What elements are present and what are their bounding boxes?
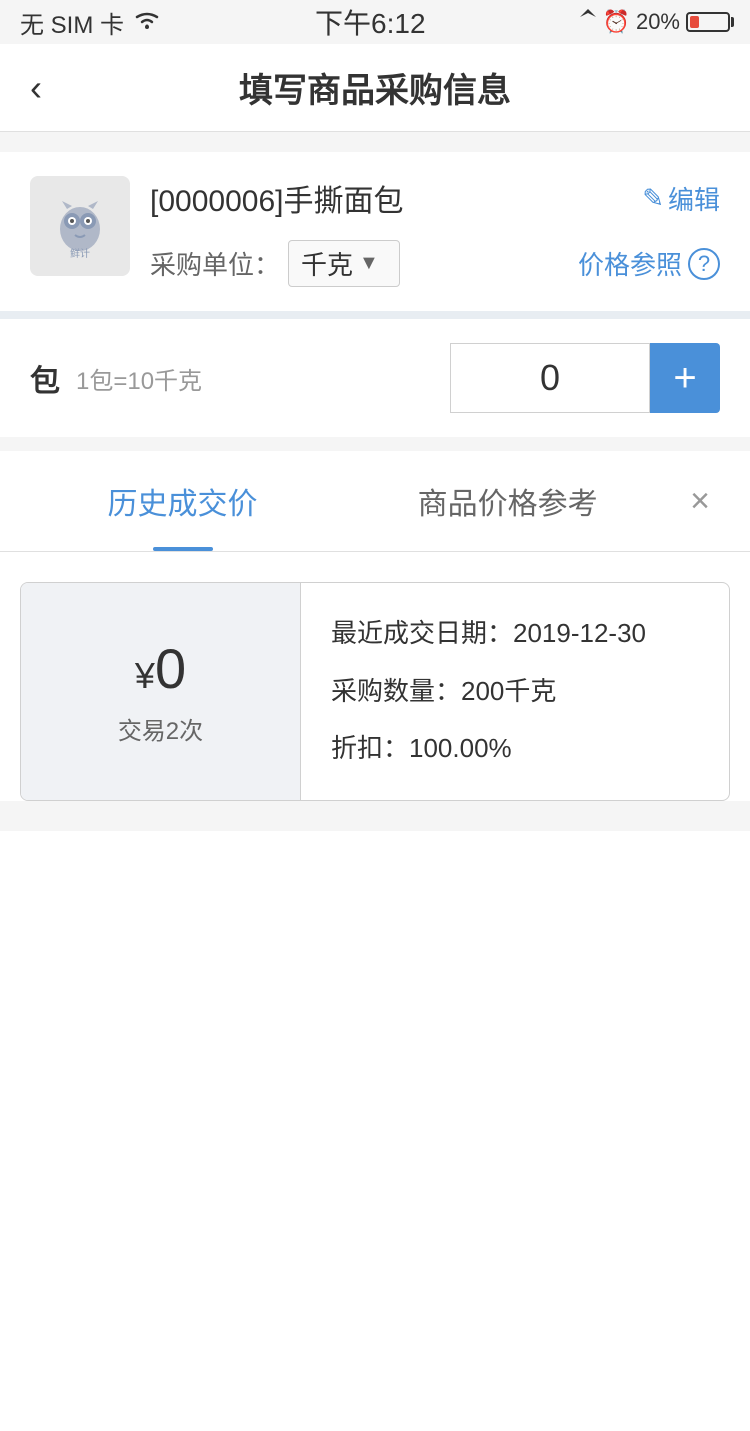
product-unit-row: 采购单位： 千克 ▼ 价格参照 ? xyxy=(150,240,720,287)
product-name: [0000006]手撕面包 xyxy=(150,176,403,220)
alarm-icon: ⏰ xyxy=(603,9,630,35)
history-details-section: 最近成交日期：2019-12-30 采购数量：200千克 折扣：100.00% xyxy=(301,583,729,800)
tabs-container: 历史成交价 商品价格参考 × ¥0 交易2次 最近成交日期：2019-12-30… xyxy=(0,451,750,801)
history-price-card: ¥0 交易2次 最近成交日期：2019-12-30 采购数量：200千克 折扣：… xyxy=(20,582,730,801)
unit-label: 采购单位： xyxy=(150,245,280,282)
currency-symbol: ¥ xyxy=(135,655,155,696)
status-right: ⏰ 20% xyxy=(579,8,730,36)
tab-history-price[interactable]: 历史成交价 xyxy=(20,451,345,551)
quantity-input[interactable] xyxy=(450,343,650,413)
unit-conversion-text: 1包=10千克 xyxy=(76,361,202,396)
nav-bar: ‹ 填写商品采购信息 xyxy=(0,44,750,132)
tab-close-button[interactable]: × xyxy=(670,462,730,541)
location-icon xyxy=(579,8,597,36)
wifi-icon xyxy=(132,8,162,37)
page-title: 填写商品采购信息 xyxy=(239,63,511,112)
product-card: 鲜计 [0000006]手撕面包 ✎ 编辑 采购单位： 千克 ▼ 价格参照 ? xyxy=(0,152,750,311)
network-label: 无 SIM 卡 xyxy=(20,5,124,40)
status-time: 下午6:12 xyxy=(315,2,426,42)
unit-select-dropdown[interactable]: 千克 ▼ xyxy=(288,240,400,287)
history-date-row: 最近成交日期：2019-12-30 xyxy=(331,613,699,655)
bottom-area xyxy=(0,831,750,1431)
edit-icon: ✎ xyxy=(642,183,664,214)
history-quantity-row: 采购数量：200千克 xyxy=(331,671,699,713)
section-divider xyxy=(0,311,750,319)
quantity-plus-button[interactable]: + xyxy=(650,343,720,413)
quantity-input-group: + xyxy=(450,343,720,413)
quantity-row: 包 1包=10千克 + xyxy=(0,319,750,437)
unit-icon-label: 包 xyxy=(30,356,60,400)
history-price-section: ¥0 交易2次 xyxy=(21,583,301,800)
product-header: [0000006]手撕面包 ✎ 编辑 xyxy=(150,176,720,220)
product-info: [0000006]手撕面包 ✎ 编辑 采购单位： 千克 ▼ 价格参照 ? xyxy=(150,176,720,287)
battery-percent: 20% xyxy=(636,9,680,35)
back-button[interactable]: ‹ xyxy=(30,67,42,109)
help-icon: ? xyxy=(688,248,720,280)
product-thumbnail: 鲜计 xyxy=(30,176,130,276)
history-price-value: ¥0 xyxy=(135,636,186,701)
tab-product-price-reference[interactable]: 商品价格参考 xyxy=(345,451,670,551)
svg-text:鲜计: 鲜计 xyxy=(70,247,90,260)
edit-button[interactable]: ✎ 编辑 xyxy=(642,180,720,217)
unit-selector-group: 采购单位： 千克 ▼ xyxy=(150,240,400,287)
battery-icon xyxy=(686,12,730,32)
price-reference-button[interactable]: 价格参照 ? xyxy=(578,245,720,282)
status-left: 无 SIM 卡 xyxy=(20,5,162,40)
chevron-down-icon: ▼ xyxy=(359,252,379,275)
quantity-unit-info: 包 1包=10千克 xyxy=(30,356,202,400)
status-bar: 无 SIM 卡 下午6:12 ⏰ 20% xyxy=(0,0,750,44)
history-discount-row: 折扣：100.00% xyxy=(331,728,699,770)
tabs-header: 历史成交价 商品价格参考 × xyxy=(0,451,750,552)
history-trades-count: 交易2次 xyxy=(118,711,203,746)
